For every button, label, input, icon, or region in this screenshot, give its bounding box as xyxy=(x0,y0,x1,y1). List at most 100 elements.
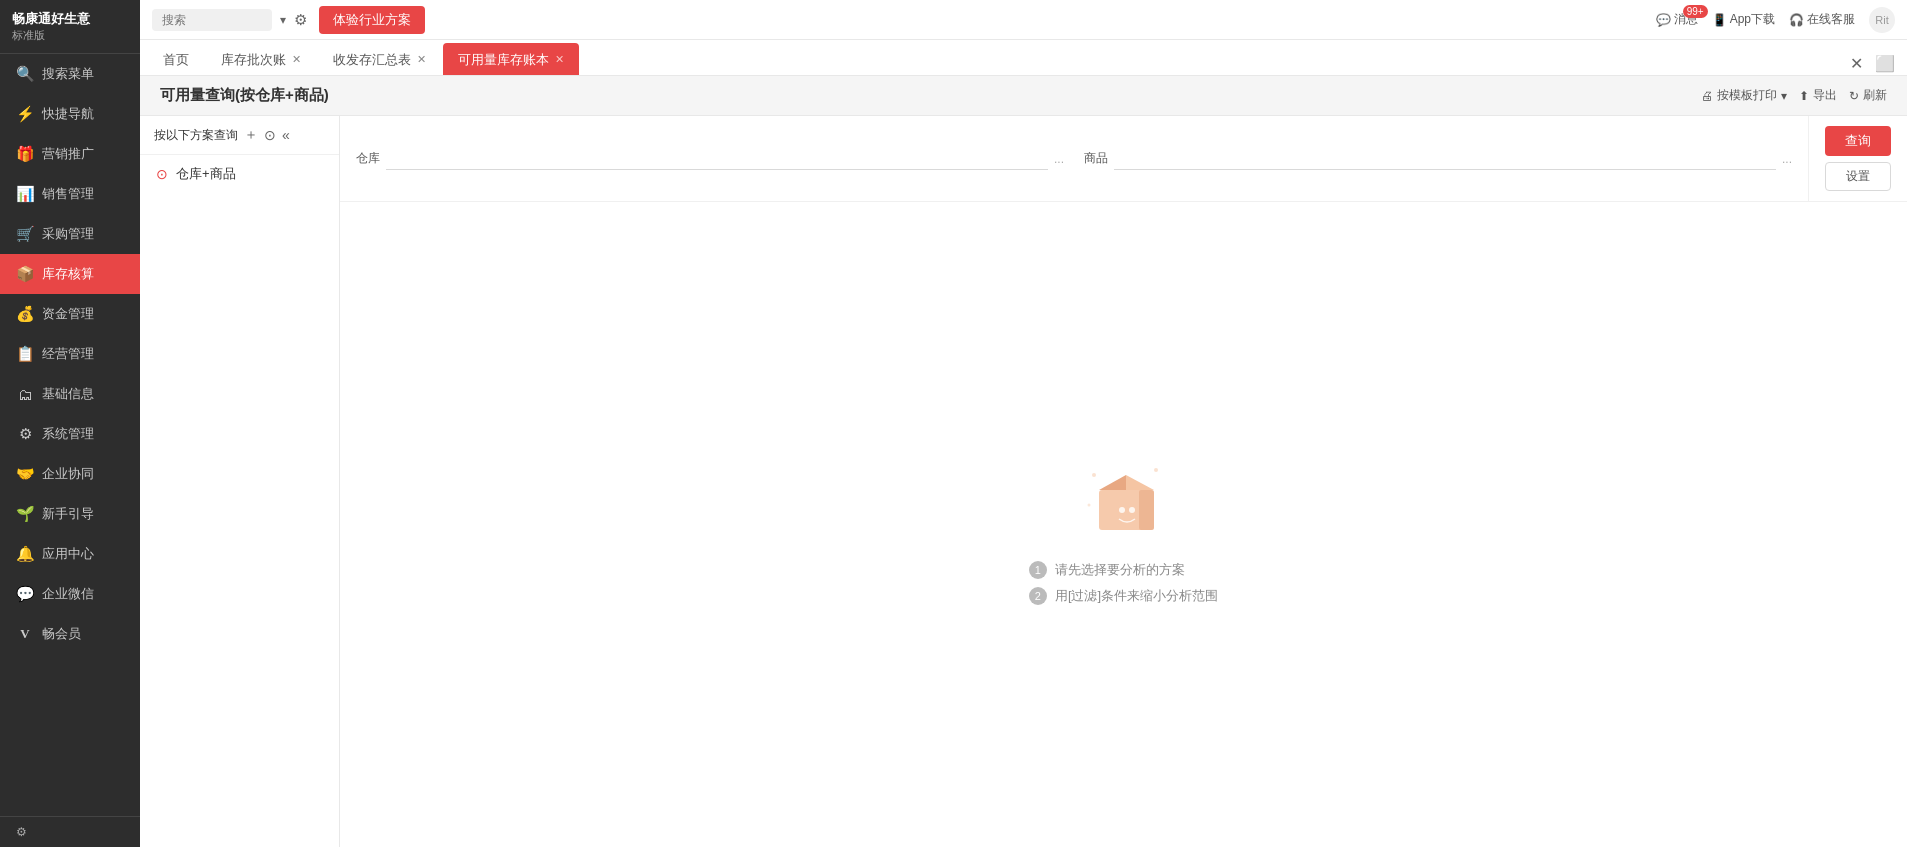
sidebar-item-label: 营销推广 xyxy=(42,145,94,163)
topbar-gear-icon[interactable]: ⚙ xyxy=(294,11,307,29)
export-label: 导出 xyxy=(1813,87,1837,104)
tab-batch-close[interactable]: ✕ xyxy=(292,53,301,66)
sidebar-item-marketing[interactable]: 🎁 营销推广 xyxy=(0,134,140,174)
print-dropdown-icon[interactable]: ▾ xyxy=(1781,89,1787,103)
inventory-icon: 📦 xyxy=(16,265,34,283)
sidebar-item-label: 采购管理 xyxy=(42,225,94,243)
sidebar-item-label: 新手引导 xyxy=(42,505,94,523)
warehouse-input[interactable] xyxy=(386,147,1048,170)
svg-point-7 xyxy=(1154,468,1158,472)
sidebar-logo: 畅康通好生意 标准版 xyxy=(0,0,140,54)
tabs-bar: 首页 库存批次账 ✕ 收发存汇总表 ✕ 可用量库存账本 ✕ ✕ ⬜ xyxy=(140,40,1907,76)
tab-batch[interactable]: 库存批次账 ✕ xyxy=(206,43,316,75)
warehouse-more-btn[interactable]: ... xyxy=(1054,152,1064,166)
tab-home[interactable]: 首页 xyxy=(148,43,204,75)
topbar-dropdown-btn[interactable]: ▾ xyxy=(280,13,286,27)
messages-badge: 99+ xyxy=(1683,5,1708,18)
sidebar-item-inventory[interactable]: 📦 库存核算 xyxy=(0,254,140,294)
tab-available-label: 可用量库存账本 xyxy=(458,51,549,69)
export-icon: ⬆ xyxy=(1799,89,1809,103)
gear-icon: ⚙ xyxy=(16,425,34,443)
tab-summary-close[interactable]: ✕ xyxy=(417,53,426,66)
sidebar-item-purchase[interactable]: 🛒 采购管理 xyxy=(0,214,140,254)
tab-summary-label: 收发存汇总表 xyxy=(333,51,411,69)
scheme-label: 仓库+商品 xyxy=(176,165,236,183)
sidebar-item-shortcut[interactable]: ⚡ 快捷导航 xyxy=(0,94,140,134)
page-header-actions: 🖨 按模板打印 ▾ ⬆ 导出 ↻ 刷新 xyxy=(1701,87,1887,104)
svg-point-6 xyxy=(1092,473,1096,477)
export-action[interactable]: ⬆ 导出 xyxy=(1799,87,1837,104)
sidebar-item-wechat[interactable]: 💬 企业微信 xyxy=(0,574,140,614)
messages-link[interactable]: 💬 消息 99+ xyxy=(1656,11,1698,28)
sidebar-item-app[interactable]: 🔔 应用中心 xyxy=(0,534,140,574)
phone-icon: 📱 xyxy=(1712,13,1727,27)
trial-button[interactable]: 体验行业方案 xyxy=(319,6,425,34)
query-button[interactable]: 查询 xyxy=(1825,126,1891,156)
warehouse-label: 仓库 xyxy=(356,150,380,167)
handshake-icon: 🤝 xyxy=(16,465,34,483)
chart-icon: 📊 xyxy=(16,185,34,203)
page-header: 可用量查询(按仓库+商品) 🖨 按模板打印 ▾ ⬆ 导出 ↻ 刷新 xyxy=(140,76,1907,116)
product-more-btn[interactable]: ... xyxy=(1782,152,1792,166)
folder-icon: 🗂 xyxy=(16,386,34,403)
sidebar-item-finance[interactable]: 💰 资金管理 xyxy=(0,294,140,334)
scheme-warehouse-product[interactable]: ⊙ 仓库+商品 xyxy=(140,155,339,193)
user-avatar[interactable]: Rit xyxy=(1869,7,1895,33)
empty-illustration xyxy=(1074,445,1174,545)
main-area: ▾ ⚙ 体验行业方案 💬 消息 99+ 📱 App下载 🎧 在线客服 Rit xyxy=(140,0,1907,847)
shortcut-icon: ⚡ xyxy=(16,105,34,123)
maximize-tab-button[interactable]: ⬜ xyxy=(1871,52,1899,75)
settings-scheme-icon[interactable]: ⊙ xyxy=(264,127,276,143)
sidebar-item-label: 快捷导航 xyxy=(42,105,94,123)
sidebar-bottom[interactable]: ⚙ xyxy=(0,816,140,847)
hint-num-1: 1 xyxy=(1029,561,1047,579)
chat-icon: 💬 xyxy=(16,585,34,603)
svg-point-8 xyxy=(1087,503,1090,506)
product-filter-field: 商品 ... xyxy=(1084,147,1792,170)
settings-icon: ⚙ xyxy=(16,825,27,839)
sidebar-item-system[interactable]: ⚙ 系统管理 xyxy=(0,414,140,454)
filter-panel-title: 按以下方案查询 xyxy=(154,127,238,144)
print-label: 按模板打印 xyxy=(1717,87,1777,104)
sidebar-item-search[interactable]: 🔍 搜索菜单 xyxy=(0,54,140,94)
svg-marker-2 xyxy=(1126,475,1154,490)
money-icon: 💰 xyxy=(16,305,34,323)
empty-hint-2: 2 用[过滤]条件来缩小分析范围 xyxy=(1029,587,1218,605)
headset-icon: 🎧 xyxy=(1789,13,1804,27)
search-input[interactable] xyxy=(152,9,272,31)
refresh-action[interactable]: ↻ 刷新 xyxy=(1849,87,1887,104)
hint-num-2: 2 xyxy=(1029,587,1047,605)
tab-summary[interactable]: 收发存汇总表 ✕ xyxy=(318,43,441,75)
app-download-link[interactable]: 📱 App下载 xyxy=(1712,11,1775,28)
close-tab-button[interactable]: ✕ xyxy=(1846,52,1867,75)
add-scheme-icon[interactable]: ＋ xyxy=(244,126,258,144)
filters-row-fields: 仓库 ... 商品 ... xyxy=(340,116,1808,201)
sidebar-item-label: 搜索菜单 xyxy=(42,65,94,83)
print-action[interactable]: 🖨 按模板打印 ▾ xyxy=(1701,87,1787,104)
filters-row: 仓库 ... 商品 ... 查询 设置 xyxy=(340,116,1907,202)
empty-hints: 1 请先选择要分析的方案 2 用[过滤]条件来缩小分析范围 xyxy=(1029,561,1218,605)
collapse-panel-icon[interactable]: « xyxy=(282,127,290,143)
plant-icon: 🌱 xyxy=(16,505,34,523)
svg-marker-1 xyxy=(1099,475,1126,490)
sidebar-item-label: 基础信息 xyxy=(42,385,94,403)
sidebar-item-label: 经营管理 xyxy=(42,345,94,363)
sidebar-item-enterprise[interactable]: 🤝 企业协同 xyxy=(0,454,140,494)
online-service-link[interactable]: 🎧 在线客服 xyxy=(1789,11,1855,28)
sidebar-item-basic[interactable]: 🗂 基础信息 xyxy=(0,374,140,414)
online-service-label: 在线客服 xyxy=(1807,11,1855,28)
sidebar-item-member[interactable]: V 畅会员 xyxy=(0,614,140,654)
sidebar-item-label: 资金管理 xyxy=(42,305,94,323)
tab-available[interactable]: 可用量库存账本 ✕ xyxy=(443,43,579,75)
empty-hint-1: 1 请先选择要分析的方案 xyxy=(1029,561,1218,579)
tabs-right-controls: ✕ ⬜ xyxy=(1846,52,1899,75)
tab-available-close[interactable]: ✕ xyxy=(555,53,564,66)
sidebar-item-sales[interactable]: 📊 销售管理 xyxy=(0,174,140,214)
svg-point-5 xyxy=(1129,507,1135,513)
hint-text-2: 用[过滤]条件来缩小分析范围 xyxy=(1055,587,1218,605)
sidebar-item-operations[interactable]: 📋 经营管理 xyxy=(0,334,140,374)
settings-button[interactable]: 设置 xyxy=(1825,162,1891,191)
sidebar-item-newbie[interactable]: 🌱 新手引导 xyxy=(0,494,140,534)
scheme-icon: ⊙ xyxy=(156,166,168,182)
product-input[interactable] xyxy=(1114,147,1776,170)
